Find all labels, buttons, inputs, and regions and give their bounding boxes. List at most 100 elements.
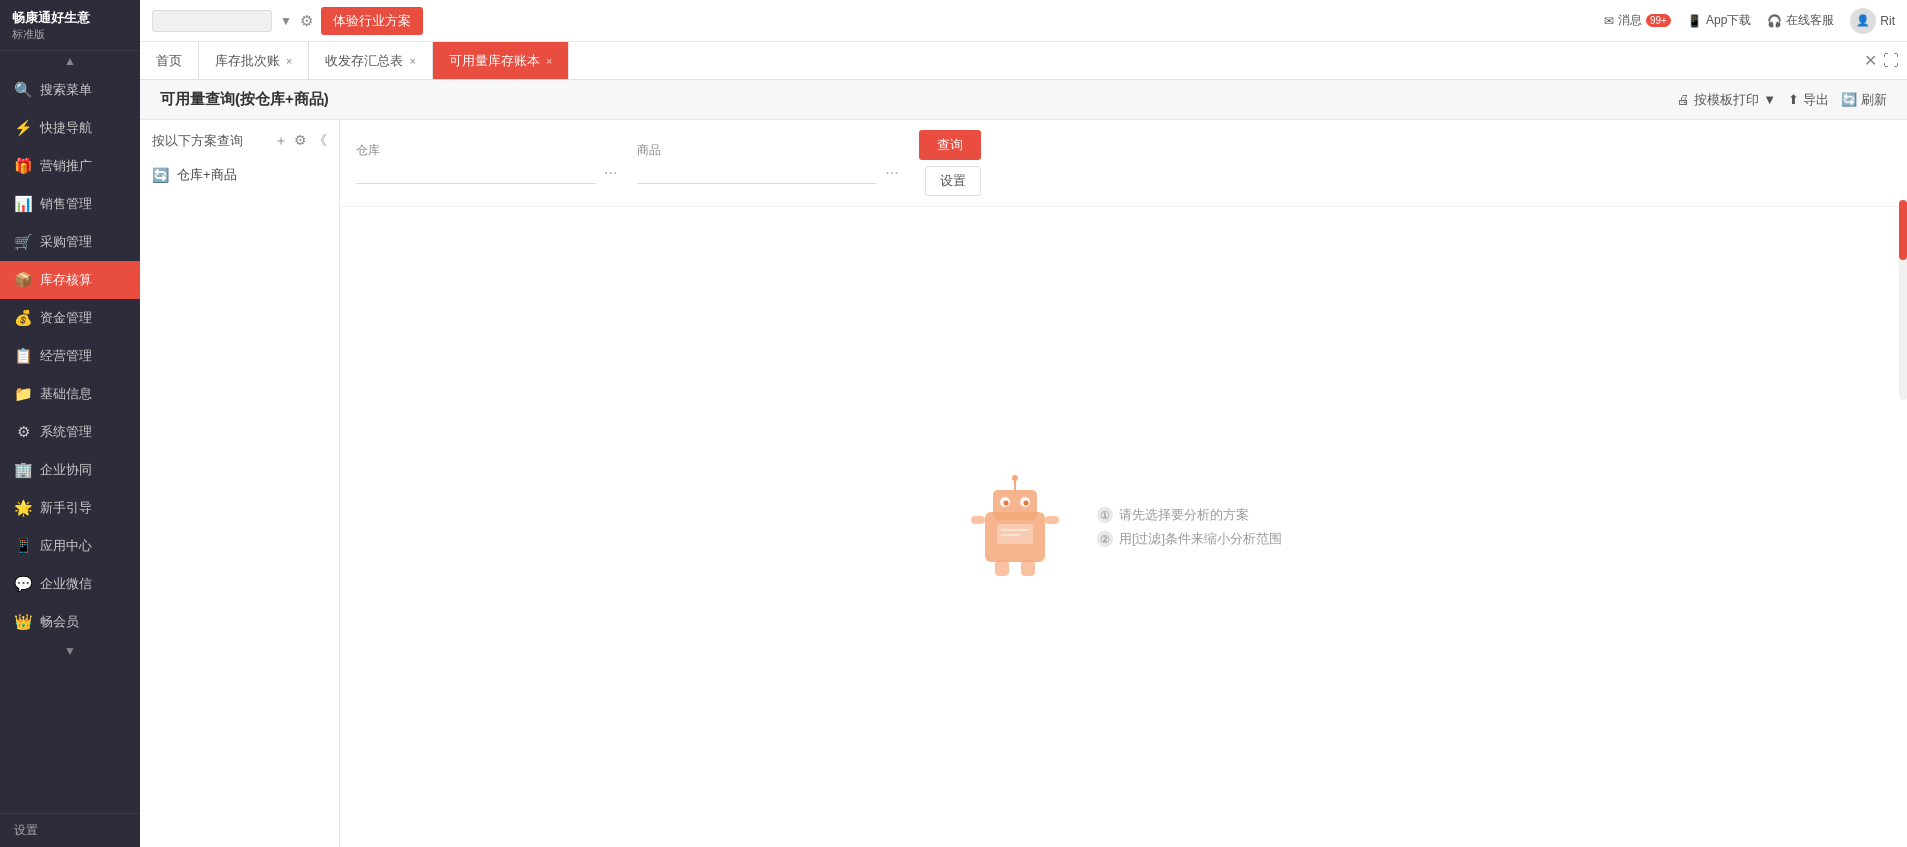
dropdown-icon[interactable]: ▼	[280, 14, 292, 28]
page-title: 可用量查询(按仓库+商品)	[160, 90, 329, 109]
tab-close-window-btn[interactable]: ✕	[1864, 51, 1877, 70]
tab-available-label: 可用量库存账本	[449, 52, 540, 70]
sidebar-item-search[interactable]: 🔍 搜索菜单	[0, 71, 140, 109]
sidebar-item-label: 营销推广	[40, 157, 92, 175]
sidebar-item-quicknav[interactable]: ⚡ 快捷导航	[0, 109, 140, 147]
refresh-label: 刷新	[1861, 91, 1887, 109]
refresh-btn[interactable]: 🔄 刷新	[1841, 91, 1887, 109]
sidebar-item-label: 销售管理	[40, 195, 92, 213]
headset-icon: 🎧	[1767, 14, 1782, 28]
sidebar-item-appcenter[interactable]: 📱 应用中心	[0, 527, 140, 565]
product-input[interactable]	[637, 162, 877, 184]
sidebar: 畅康通好生意 标准版 ▲ 🔍 搜索菜单 ⚡ 快捷导航 🎁 营销推广 📊 销售管理…	[0, 0, 140, 847]
sidebar-item-label: 库存核算	[40, 271, 92, 289]
online-service-btn[interactable]: 🎧 在线客服	[1767, 12, 1834, 29]
sidebar-item-label: 系统管理	[40, 423, 92, 441]
settings-label: 设置	[14, 823, 38, 837]
export-label: 导出	[1803, 91, 1829, 109]
notification-btn[interactable]: ✉ 消息 99+	[1604, 12, 1671, 29]
tab-close-summary[interactable]: ×	[409, 55, 415, 67]
tab-close-available[interactable]: ×	[546, 55, 552, 67]
user-menu[interactable]: 👤 Rit	[1850, 8, 1895, 34]
export-btn[interactable]: ⬆ 导出	[1788, 91, 1829, 109]
filter-header-label: 按以下方案查询	[152, 132, 243, 150]
logo-title: 畅康通好生意	[12, 10, 128, 27]
topbar: ▼ ⚙ 体验行业方案 ✉ 消息 99+ 📱 App下载 🎧 在线客服 👤 Rit	[140, 0, 1907, 42]
gift-icon: 🎁	[14, 157, 32, 175]
topbar-search-input[interactable]	[152, 10, 272, 32]
print-icon: 🖨	[1677, 92, 1690, 107]
svg-point-4	[1003, 501, 1008, 506]
empty-hint-1: ① 请先选择要分析的方案	[1097, 506, 1282, 524]
tabbar: 首页 库存批次账 × 收发存汇总表 × 可用量库存账本 × ✕ ⛶	[140, 42, 1907, 80]
chart-icon: 📊	[14, 195, 32, 213]
sidebar-item-enterprise[interactable]: 🏢 企业协同	[0, 451, 140, 489]
sidebar-item-sales[interactable]: 📊 销售管理	[0, 185, 140, 223]
notification-label: 消息	[1618, 12, 1642, 29]
filter-header: 按以下方案查询 ＋ ⚙ 《	[140, 132, 339, 158]
sidebar-item-member[interactable]: 👑 畅会员	[0, 603, 140, 641]
sidebar-item-finance[interactable]: 💰 资金管理	[0, 299, 140, 337]
sidebar-item-label: 经营管理	[40, 347, 92, 365]
query-area: 仓库 ··· 商品 ··· 查询 设置	[340, 120, 1907, 847]
gear-icon[interactable]: ⚙	[300, 12, 313, 30]
sidebar-item-wechat[interactable]: 💬 企业微信	[0, 565, 140, 603]
right-scrollbar[interactable]	[1899, 200, 1907, 400]
notification-badge: 99+	[1646, 14, 1671, 27]
sidebar-item-newuser[interactable]: 🌟 新手引导	[0, 489, 140, 527]
filter-item-warehouse-product[interactable]: 🔄 仓库+商品	[140, 158, 339, 192]
avatar: 👤	[1850, 8, 1876, 34]
tab-available[interactable]: 可用量库存账本 ×	[433, 42, 569, 79]
tab-batch-label: 库存批次账	[215, 52, 280, 70]
logo-sub: 标准版	[12, 27, 128, 42]
tabbar-right: ✕ ⛶	[1864, 51, 1907, 70]
sidebar-scroll-down[interactable]: ▼	[0, 641, 140, 661]
tab-summary[interactable]: 收发存汇总表 ×	[309, 42, 432, 79]
query-conditions: 仓库 ··· 商品 ··· 查询 设置	[340, 120, 1907, 207]
sidebar-item-system[interactable]: ⚙ 系统管理	[0, 413, 140, 451]
settings-button[interactable]: 设置	[925, 166, 981, 196]
hint-num-1: ①	[1097, 507, 1113, 523]
warehouse-field: 仓库 ···	[356, 142, 621, 184]
inventory-icon: 📦	[14, 271, 32, 289]
print-dropdown-icon[interactable]: ▼	[1763, 92, 1776, 107]
warehouse-more-btn[interactable]: ···	[600, 164, 621, 182]
topbar-right: ✉ 消息 99+ 📱 App下载 🎧 在线客服 👤 Rit	[1604, 8, 1895, 34]
tab-close-batch[interactable]: ×	[286, 55, 292, 67]
product-more-btn[interactable]: ···	[881, 164, 902, 182]
hint-text-1: 请先选择要分析的方案	[1119, 506, 1249, 524]
sidebar-scroll-up[interactable]: ▲	[0, 51, 140, 71]
content-area: 按以下方案查询 ＋ ⚙ 《 🔄 仓库+商品 仓库 ···	[140, 120, 1907, 847]
filter-settings-btn[interactable]: ⚙	[294, 132, 307, 150]
sidebar-item-marketing[interactable]: 🎁 营销推广	[0, 147, 140, 185]
sidebar-item-label: 快捷导航	[40, 119, 92, 137]
page-header: 可用量查询(按仓库+商品) 🖨 按模板打印 ▼ ⬆ 导出 🔄 刷新	[140, 80, 1907, 120]
svg-rect-1	[993, 490, 1037, 520]
tab-batch[interactable]: 库存批次账 ×	[199, 42, 309, 79]
tab-home[interactable]: 首页	[140, 42, 199, 79]
industry-solution-button[interactable]: 体验行业方案	[321, 7, 423, 35]
empty-illustration	[965, 472, 1065, 582]
enterprise-icon: 🏢	[14, 461, 32, 479]
app-download-btn[interactable]: 📱 App下载	[1687, 12, 1751, 29]
print-template-btn[interactable]: 🖨 按模板打印 ▼	[1677, 91, 1776, 109]
filter-add-btn[interactable]: ＋	[274, 132, 288, 150]
filter-collapse-btn[interactable]: 《	[313, 132, 327, 150]
sidebar-settings[interactable]: 设置	[0, 813, 140, 847]
sidebar-item-label: 畅会员	[40, 613, 79, 631]
query-button[interactable]: 查询	[919, 130, 981, 160]
sidebar-item-label: 新手引导	[40, 499, 92, 517]
tab-maximize-btn[interactable]: ⛶	[1883, 52, 1899, 70]
finance-icon: 💰	[14, 309, 32, 327]
user-name: Rit	[1880, 14, 1895, 28]
sidebar-item-inventory[interactable]: 📦 库存核算	[0, 261, 140, 299]
message-icon: ✉	[1604, 14, 1614, 28]
sidebar-item-label: 企业协同	[40, 461, 92, 479]
sidebar-item-basic[interactable]: 📁 基础信息	[0, 375, 140, 413]
wechat-icon: 💬	[14, 575, 32, 593]
refresh-icon: 🔄	[1841, 92, 1857, 107]
sidebar-item-operations[interactable]: 📋 经营管理	[0, 337, 140, 375]
svg-rect-8	[971, 516, 985, 524]
sidebar-item-purchase[interactable]: 🛒 采购管理	[0, 223, 140, 261]
warehouse-input[interactable]	[356, 162, 596, 184]
